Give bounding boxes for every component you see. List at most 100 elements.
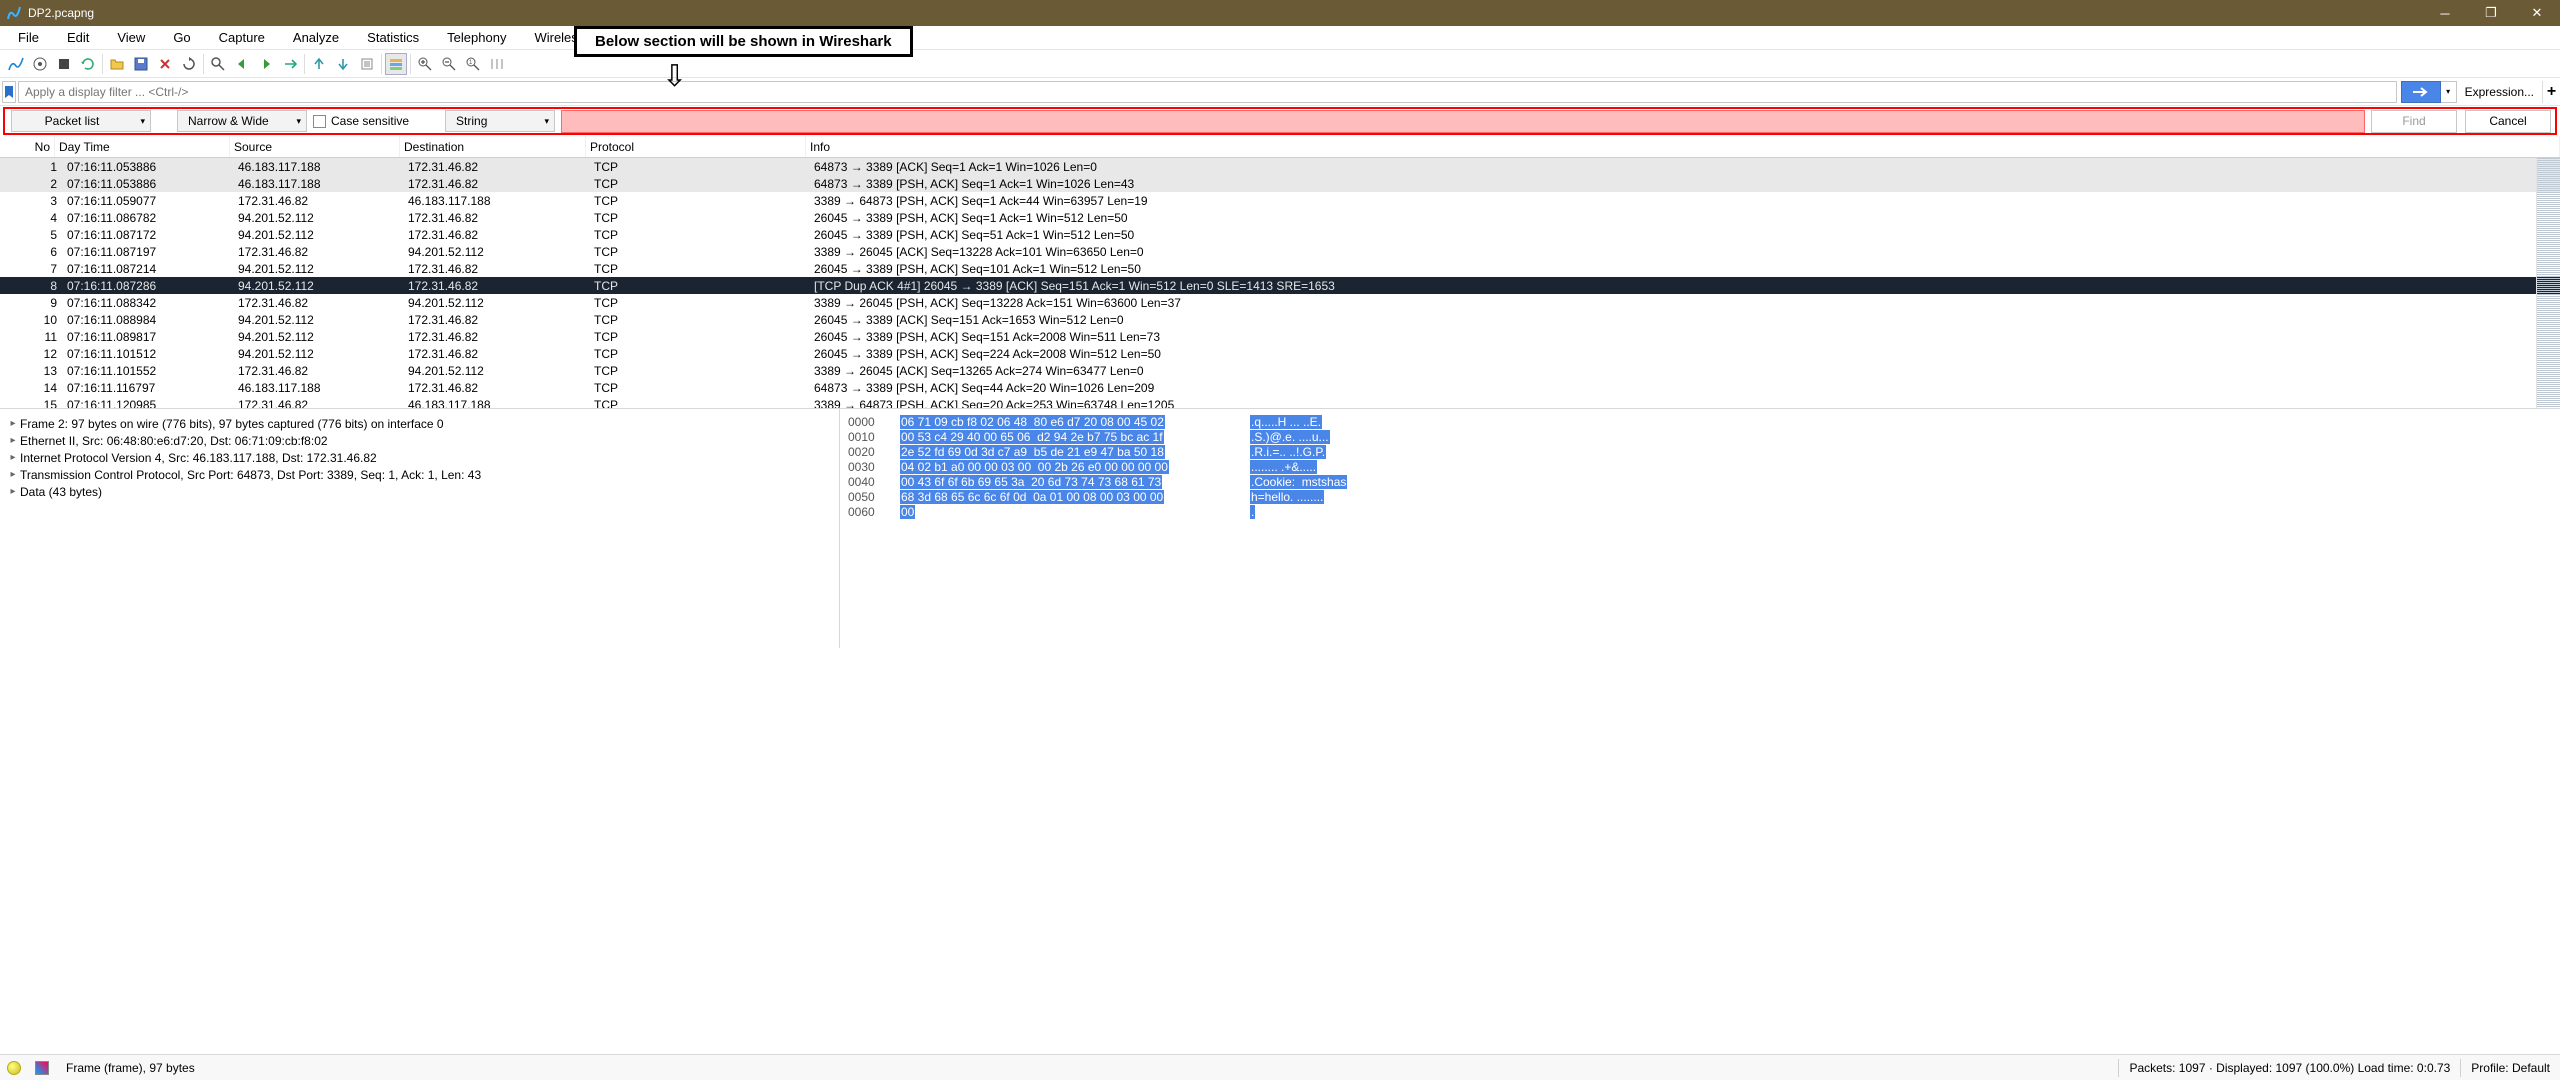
- zoom-in-icon[interactable]: [414, 53, 436, 75]
- colorize-icon[interactable]: [385, 53, 407, 75]
- save-file-icon[interactable]: [130, 53, 152, 75]
- col-header-time[interactable]: Day Time: [55, 136, 230, 157]
- reload-icon[interactable]: [178, 53, 200, 75]
- tree-item[interactable]: ▸Data (43 bytes): [6, 483, 833, 500]
- col-header-dst[interactable]: Destination: [400, 136, 586, 157]
- status-left-text: Frame (frame), 97 bytes: [56, 1061, 205, 1075]
- resize-columns-icon[interactable]: [486, 53, 508, 75]
- expand-icon[interactable]: ▸: [6, 486, 20, 497]
- menu-go[interactable]: Go: [159, 28, 204, 47]
- stop-capture-icon[interactable]: [53, 53, 75, 75]
- annotation-text: Below section will be shown in Wireshark: [574, 26, 913, 57]
- packet-row[interactable]: 1007:16:11.08898494.201.52.112172.31.46.…: [0, 311, 2560, 328]
- go-first-icon[interactable]: [308, 53, 330, 75]
- maximize-button[interactable]: ❐: [2468, 0, 2514, 26]
- packet-list[interactable]: 107:16:11.05388646.183.117.188172.31.46.…: [0, 158, 2560, 408]
- expand-icon[interactable]: ▸: [6, 469, 20, 480]
- col-header-src[interactable]: Source: [230, 136, 400, 157]
- menu-telephony[interactable]: Telephony: [433, 28, 520, 47]
- expression-button[interactable]: Expression...: [2457, 81, 2542, 103]
- find-packet-icon[interactable]: [207, 53, 229, 75]
- packet-row[interactable]: 907:16:11.088342172.31.46.8294.201.52.11…: [0, 294, 2560, 311]
- apply-filter-button[interactable]: [2401, 81, 2441, 103]
- col-header-proto[interactable]: Protocol: [586, 136, 806, 157]
- auto-scroll-icon[interactable]: [356, 53, 378, 75]
- packet-row[interactable]: 307:16:11.059077172.31.46.8246.183.117.1…: [0, 192, 2560, 209]
- col-header-no[interactable]: No: [0, 136, 55, 157]
- packet-row[interactable]: 707:16:11.08721494.201.52.112172.31.46.8…: [0, 260, 2560, 277]
- expand-icon[interactable]: ▸: [6, 435, 20, 446]
- cancel-find-button[interactable]: Cancel: [2465, 110, 2551, 133]
- find-listing-dropdown[interactable]: Packet list: [11, 110, 151, 132]
- tree-item[interactable]: ▸Transmission Control Protocol, Src Port…: [6, 466, 833, 483]
- packet-row[interactable]: 407:16:11.08678294.201.52.112172.31.46.8…: [0, 209, 2560, 226]
- packet-row[interactable]: 607:16:11.087197172.31.46.8294.201.52.11…: [0, 243, 2560, 260]
- packet-row[interactable]: 1507:16:11.120985172.31.46.8246.183.117.…: [0, 396, 2560, 408]
- display-filter-row: ▾ Expression... +: [0, 78, 2560, 106]
- expert-info-icon[interactable]: [4, 1058, 24, 1078]
- go-last-icon[interactable]: [332, 53, 354, 75]
- wireshark-icon: [6, 5, 22, 21]
- go-back-icon[interactable]: [231, 53, 253, 75]
- titlebar: DP2.pcapng ─ ❐ ✕: [0, 0, 2560, 26]
- col-header-info[interactable]: Info: [806, 136, 2560, 157]
- expand-icon[interactable]: ▸: [6, 452, 20, 463]
- menu-statistics[interactable]: Statistics: [353, 28, 433, 47]
- packet-row[interactable]: 1107:16:11.08981794.201.52.112172.31.46.…: [0, 328, 2560, 345]
- filter-history-button[interactable]: ▾: [2441, 81, 2457, 103]
- restart-capture-icon[interactable]: [77, 53, 99, 75]
- details-split: ▸Frame 2: 97 bytes on wire (776 bits), 9…: [0, 408, 2560, 648]
- packet-row[interactable]: 207:16:11.05388646.183.117.188172.31.46.…: [0, 175, 2560, 192]
- zoom-out-icon[interactable]: [438, 53, 460, 75]
- menu-analyze[interactable]: Analyze: [279, 28, 353, 47]
- find-listing-value: Packet list: [45, 114, 100, 128]
- add-filter-button[interactable]: +: [2542, 81, 2560, 103]
- find-type-dropdown[interactable]: String: [445, 110, 555, 132]
- bookmark-filter-icon[interactable]: [2, 81, 16, 103]
- tree-item[interactable]: ▸Internet Protocol Version 4, Src: 46.18…: [6, 449, 833, 466]
- find-text-input[interactable]: [561, 110, 2365, 133]
- title-text: DP2.pcapng: [28, 6, 94, 20]
- menu-edit[interactable]: Edit: [53, 28, 103, 47]
- find-bar: Packet list Narrow & Wide Case sensitive…: [0, 106, 2560, 136]
- tree-item[interactable]: ▸Frame 2: 97 bytes on wire (776 bits), 9…: [6, 415, 833, 432]
- annotation-arrow-icon: ⇩: [662, 62, 687, 92]
- expand-icon[interactable]: ▸: [6, 418, 20, 429]
- minimize-button[interactable]: ─: [2422, 0, 2468, 26]
- packet-bytes-pane[interactable]: 0000001000200030004000500060 06 71 09 cb…: [840, 409, 2560, 648]
- edit-preferences-icon[interactable]: [32, 1058, 52, 1078]
- main-toolbar: 1: [0, 50, 2560, 78]
- statusbar: Frame (frame), 97 bytes Packets: 1097 · …: [0, 1054, 2560, 1080]
- packet-details-tree[interactable]: ▸Frame 2: 97 bytes on wire (776 bits), 9…: [0, 409, 840, 648]
- packet-row[interactable]: 507:16:11.08717294.201.52.112172.31.46.8…: [0, 226, 2560, 243]
- find-type-value: String: [456, 114, 487, 128]
- packet-row[interactable]: 107:16:11.05388646.183.117.188172.31.46.…: [0, 158, 2560, 175]
- svg-text:1: 1: [469, 60, 473, 66]
- packet-row[interactable]: 807:16:11.08728694.201.52.112172.31.46.8…: [0, 277, 2560, 294]
- annotation-overlay: Below section will be shown in Wireshark…: [574, 26, 913, 57]
- tree-item[interactable]: ▸Ethernet II, Src: 06:48:80:e6:d7:20, Ds…: [6, 432, 833, 449]
- case-sensitive-checkbox[interactable]: Case sensitive: [313, 114, 409, 128]
- display-filter-input[interactable]: [18, 81, 2397, 103]
- packet-row[interactable]: 1407:16:11.11679746.183.117.188172.31.46…: [0, 379, 2560, 396]
- packet-minimap[interactable]: [2536, 158, 2560, 408]
- capture-options-icon[interactable]: [29, 53, 51, 75]
- packet-list-header: No Day Time Source Destination Protocol …: [0, 136, 2560, 158]
- menu-file[interactable]: File: [4, 28, 53, 47]
- packet-row[interactable]: 1207:16:11.10151294.201.52.112172.31.46.…: [0, 345, 2560, 362]
- menu-view[interactable]: View: [103, 28, 159, 47]
- close-button[interactable]: ✕: [2514, 0, 2560, 26]
- go-to-packet-icon[interactable]: [279, 53, 301, 75]
- checkbox-box-icon: [313, 115, 326, 128]
- go-forward-icon[interactable]: [255, 53, 277, 75]
- open-file-icon[interactable]: [106, 53, 128, 75]
- status-packets-text: Packets: 1097 · Displayed: 1097 (100.0%)…: [2119, 1061, 2460, 1075]
- close-file-icon[interactable]: [154, 53, 176, 75]
- status-profile-text[interactable]: Profile: Default: [2461, 1061, 2560, 1075]
- start-capture-icon[interactable]: [5, 53, 27, 75]
- packet-row[interactable]: 1307:16:11.101552172.31.46.8294.201.52.1…: [0, 362, 2560, 379]
- menu-capture[interactable]: Capture: [205, 28, 279, 47]
- zoom-reset-icon[interactable]: 1: [462, 53, 484, 75]
- find-width-dropdown[interactable]: Narrow & Wide: [177, 110, 307, 132]
- find-button[interactable]: Find: [2371, 110, 2457, 133]
